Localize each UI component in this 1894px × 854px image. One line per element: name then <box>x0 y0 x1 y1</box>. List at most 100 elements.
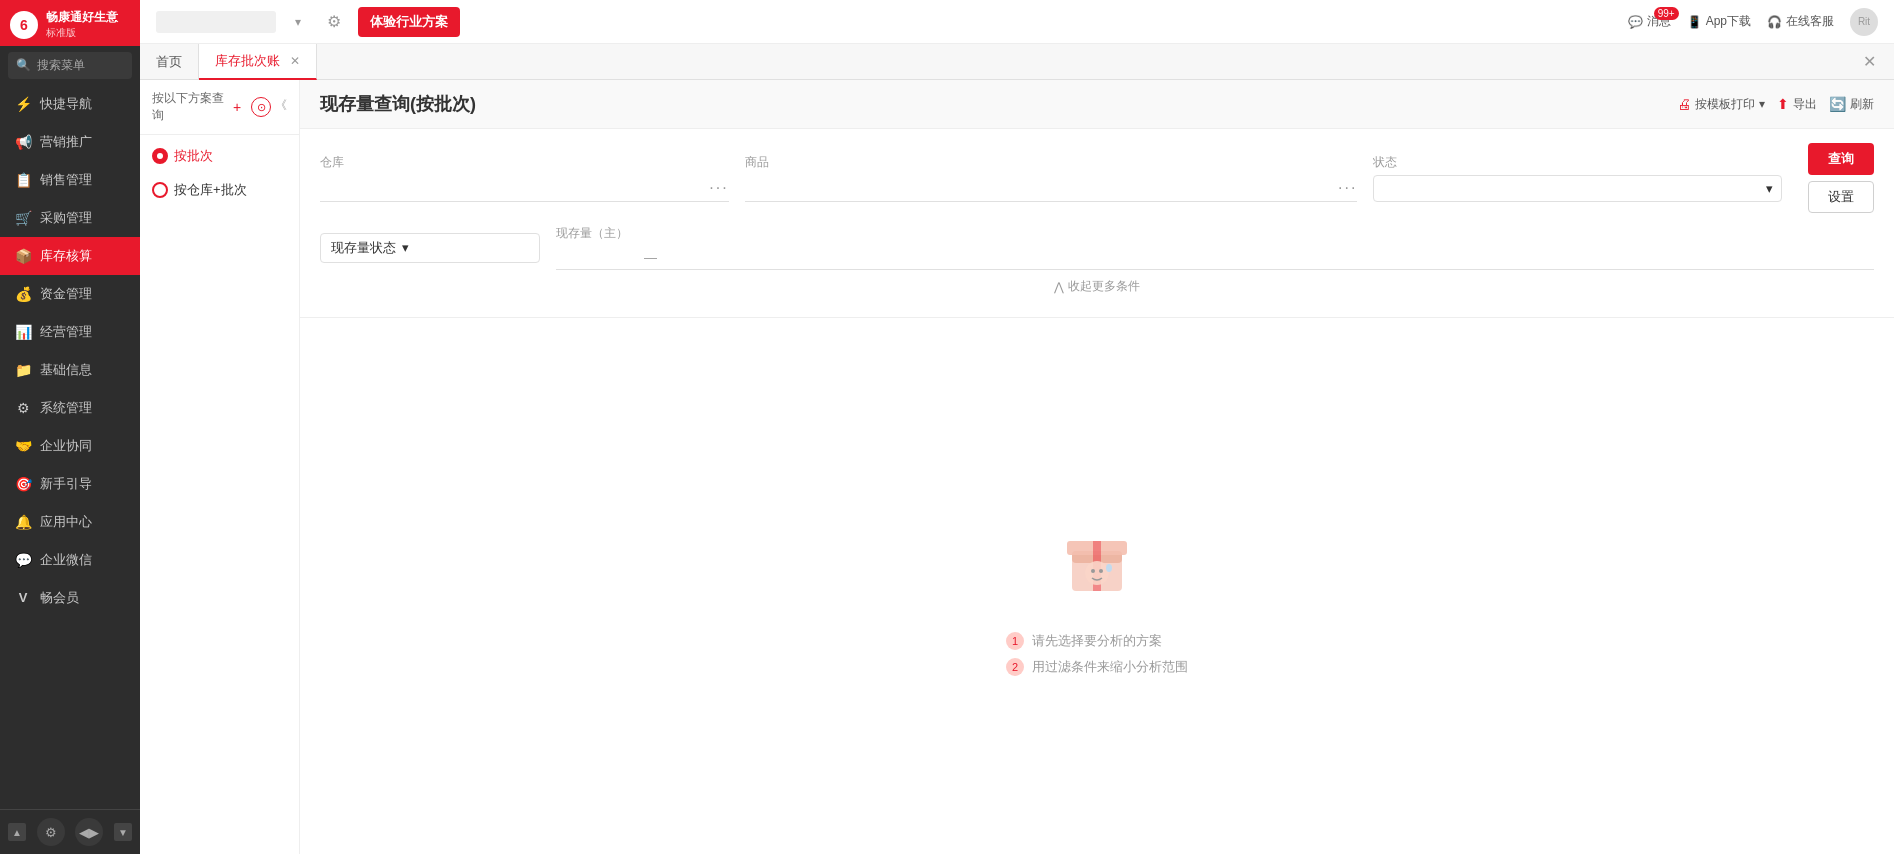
scheme-item-batch[interactable]: 按批次 <box>140 139 299 173</box>
scroll-down-btn[interactable]: ▼ <box>114 823 132 841</box>
product-input[interactable]: ··· <box>745 175 1358 202</box>
settings-btn[interactable]: ⚙ <box>37 818 65 846</box>
collapse-panel-btn[interactable]: 《 <box>275 97 287 117</box>
topbar-right: 💬 消息 99+ 📱 App下载 🎧 在线客服 Rit <box>1628 8 1878 36</box>
filter-row-1: 仓库 ··· 商品 ··· <box>320 143 1874 213</box>
scheme-dot-active <box>152 148 168 164</box>
scheme-header-label: 按以下方案查询 <box>152 90 227 124</box>
content-area: 按以下方案查询 + ⊙ 《 按批次 按仓库+批次 <box>140 80 1894 854</box>
sidebar-item-label: 应用中心 <box>40 513 92 531</box>
sidebar-item-wechat[interactable]: 💬 企业微信 <box>0 541 140 579</box>
newbie-icon: 🎯 <box>14 475 32 493</box>
scheme-item-label: 按批次 <box>174 147 213 165</box>
user-avatar[interactable]: Rit <box>1850 8 1878 36</box>
scheme-item-label: 按仓库+批次 <box>174 181 247 199</box>
collapse-btn[interactable]: ◀▶ <box>75 818 103 846</box>
inventory-status-label: 现存量状态 <box>331 239 396 257</box>
inventory-status-select[interactable]: 现存量状态 ▾ <box>320 233 540 263</box>
status-select[interactable]: ▾ <box>1373 175 1782 202</box>
scheme-dot-inner <box>157 153 163 159</box>
app-version: 标准版 <box>46 26 130 40</box>
purchase-icon: 🛒 <box>14 209 32 227</box>
empty-tip-1: 1 请先选择要分析的方案 <box>1006 632 1188 650</box>
finance-icon: 💰 <box>14 285 32 303</box>
query-btn[interactable]: 查询 <box>1808 143 1874 175</box>
refresh-icon: 🔄 <box>1829 96 1846 112</box>
svg-point-6 <box>1099 569 1103 573</box>
tab-inventory-batch[interactable]: 库存批次账 ✕ <box>199 44 317 80</box>
warehouse-filter: 仓库 ··· <box>320 154 729 202</box>
topbar: ▾ ⚙ 体验行业方案 💬 消息 99+ 📱 App下载 🎧 在线客服 Rit <box>140 0 1894 44</box>
messages-btn[interactable]: 💬 消息 99+ <box>1628 13 1671 30</box>
sidebar-item-shortcuts[interactable]: ⚡ 快捷导航 <box>0 85 140 123</box>
qty-from-input[interactable] <box>556 250 636 265</box>
sidebar-item-member[interactable]: V 畅会员 <box>0 579 140 617</box>
settings-btn[interactable]: 设置 <box>1808 181 1874 213</box>
collapse-label: 收起更多条件 <box>1068 278 1140 295</box>
print-label: 按模板打印 <box>1695 96 1755 113</box>
sidebar-item-sales[interactable]: 📋 销售管理 <box>0 161 140 199</box>
sidebar-item-purchase[interactable]: 🛒 采购管理 <box>0 199 140 237</box>
tabs-bar: 首页 库存批次账 ✕ ✕ <box>140 44 1894 80</box>
scheme-settings-btn[interactable]: ⊙ <box>251 97 271 117</box>
search-icon: 🔍 <box>16 58 31 72</box>
sidebar-item-inventory[interactable]: 📦 库存核算 <box>0 237 140 275</box>
marketing-icon: 📢 <box>14 133 32 151</box>
export-btn[interactable]: ⬆ 导出 <box>1777 96 1817 113</box>
sidebar-item-label: 基础信息 <box>40 361 92 379</box>
sidebar-item-label: 企业微信 <box>40 551 92 569</box>
sidebar-item-marketing[interactable]: 📢 营销推广 <box>0 123 140 161</box>
tip-num-1: 1 <box>1006 632 1024 650</box>
online-service-btn[interactable]: 🎧 在线客服 <box>1767 13 1834 30</box>
inventory-icon: 📦 <box>14 247 32 265</box>
app-name: 畅康通好生意 <box>46 10 130 26</box>
inventory-status-filter: 现存量状态 ▾ <box>320 233 540 263</box>
sidebar-item-enterprise[interactable]: 🤝 企业协同 <box>0 427 140 465</box>
experience-btn[interactable]: 体验行业方案 <box>358 7 460 37</box>
scheme-panel: 按以下方案查询 + ⊙ 《 按批次 按仓库+批次 <box>140 80 300 854</box>
collapse-more-btn[interactable]: ⋀ 收起更多条件 <box>320 270 1874 303</box>
avatar-text: Rit <box>1858 16 1870 27</box>
phone-icon: 📱 <box>1687 15 1702 29</box>
sidebar-item-operations[interactable]: 📊 经营管理 <box>0 313 140 351</box>
warehouse-input[interactable]: ··· <box>320 175 729 202</box>
tip-num-2: 2 <box>1006 658 1024 676</box>
tabs-close-all-btn[interactable]: ✕ <box>1863 52 1876 71</box>
app-download-btn[interactable]: 📱 App下载 <box>1687 13 1751 30</box>
sidebar-item-newbie[interactable]: 🎯 新手引导 <box>0 465 140 503</box>
sidebar-item-label: 企业协同 <box>40 437 92 455</box>
breadcrumb-dropdown-btn[interactable]: ▾ <box>286 10 310 34</box>
qty-to-input[interactable] <box>665 250 745 265</box>
empty-tip-2: 2 用过滤条件来缩小分析范围 <box>1006 658 1188 676</box>
print-dropdown-icon: ▾ <box>1759 97 1765 111</box>
scroll-up-btn[interactable]: ▲ <box>8 823 26 841</box>
product-label: 商品 <box>745 154 1358 171</box>
scheme-header-actions: + ⊙ 《 <box>227 97 287 117</box>
sidebar-header: 6 畅康通好生意 标准版 <box>0 0 140 46</box>
product-filter: 商品 ··· <box>745 154 1358 202</box>
sidebar-item-app-center[interactable]: 🔔 应用中心 <box>0 503 140 541</box>
filter-area: 仓库 ··· 商品 ··· <box>300 129 1894 318</box>
tab-home[interactable]: 首页 <box>140 44 199 80</box>
filter-row-2: 现存量状态 ▾ 现存量（主） — <box>320 225 1874 270</box>
refresh-btn[interactable]: 🔄 刷新 <box>1829 96 1874 113</box>
breadcrumb-input[interactable] <box>156 11 276 33</box>
tab-close-btn[interactable]: ✕ <box>290 54 300 68</box>
scheme-item-warehouse-batch[interactable]: 按仓库+批次 <box>140 173 299 207</box>
sidebar-search[interactable]: 🔍 搜索菜单 <box>8 52 132 79</box>
right-panel: 现存量查询(按批次) 🖨 按模板打印 ▾ ⬆ 导出 🔄 刷新 <box>300 80 1894 854</box>
product-dots: ··· <box>1338 179 1357 197</box>
qty-dash: — <box>644 250 657 265</box>
sidebar-item-label: 畅会员 <box>40 589 79 607</box>
dropdown-icon: ▾ <box>402 240 409 255</box>
page-header: 现存量查询(按批次) 🖨 按模板打印 ▾ ⬆ 导出 🔄 刷新 <box>300 80 1894 129</box>
tip-text-1: 请先选择要分析的方案 <box>1032 632 1162 650</box>
svg-point-4 <box>1085 561 1109 585</box>
sidebar-item-finance[interactable]: 💰 资金管理 <box>0 275 140 313</box>
sidebar-item-basic-info[interactable]: 📁 基础信息 <box>0 351 140 389</box>
print-btn[interactable]: 🖨 按模板打印 ▾ <box>1677 96 1765 113</box>
add-scheme-btn[interactable]: + <box>227 97 247 117</box>
sidebar-item-system[interactable]: ⚙ 系统管理 <box>0 389 140 427</box>
topbar-settings-btn[interactable]: ⚙ <box>320 8 348 36</box>
app-download-label: App下载 <box>1706 13 1751 30</box>
